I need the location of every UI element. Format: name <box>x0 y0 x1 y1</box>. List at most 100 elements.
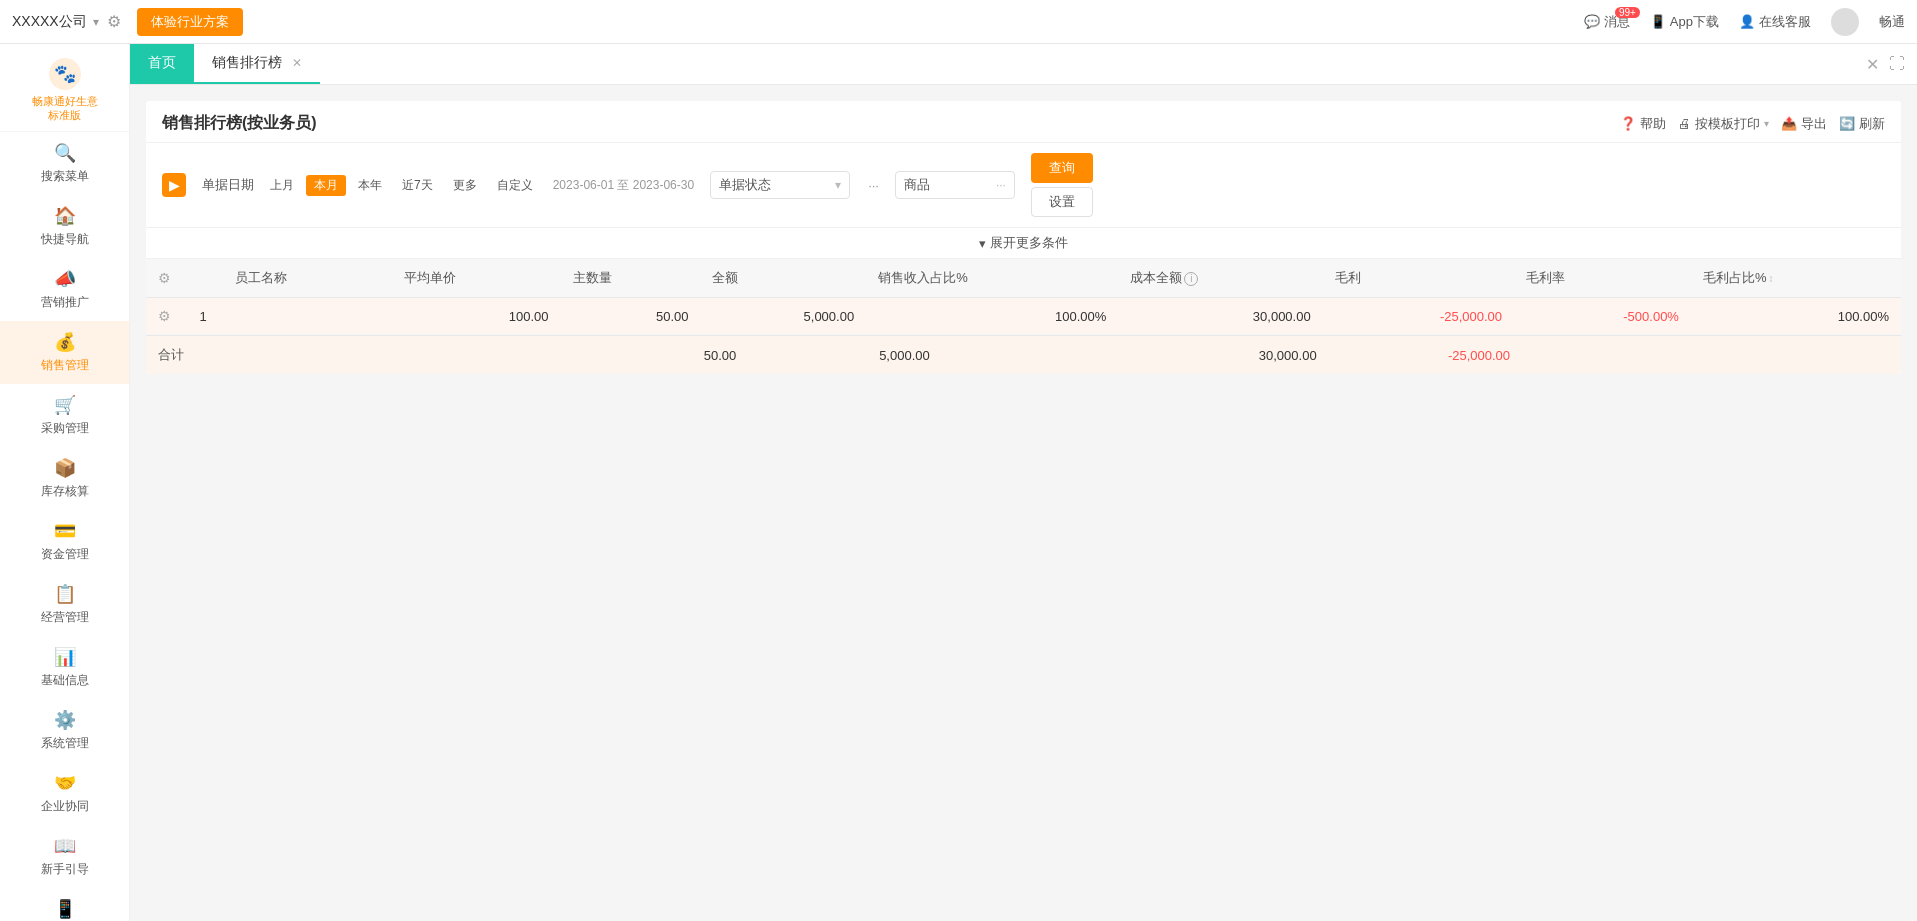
refresh-label: 刷新 <box>1859 115 1885 133</box>
sidebar-item-purchase[interactable]: 🛒 采购管理 <box>0 384 129 447</box>
purchase-icon: 🛒 <box>54 394 76 416</box>
tab-close-icon[interactable]: ✕ <box>292 56 302 70</box>
sidebar-item-search-order[interactable]: 🔍 搜索菜单 <box>0 132 129 195</box>
avatar[interactable] <box>1831 8 1859 36</box>
date-btn-more[interactable]: 更多 <box>445 175 485 196</box>
system-icon: ⚙️ <box>54 709 76 731</box>
sidebar-item-capital[interactable]: 💳 资金管理 <box>0 510 129 573</box>
main-card: 销售排行榜(按业务员) ❓ 帮助 🖨 按模板打印 ▾ 📤 <box>146 101 1901 374</box>
settings-btn[interactable]: 设置 <box>1031 187 1093 217</box>
goods-chevron-icon: ··· <box>996 178 1006 192</box>
col-header-qty: 主数量 <box>561 259 701 298</box>
sidebar-item-basic[interactable]: 📊 基础信息 <box>0 636 129 699</box>
top-bar-right: 💬 消息 99+ 📱 App下载 👤 在线客服 畅通 <box>1584 8 1905 36</box>
refresh-btn[interactable]: 🔄 刷新 <box>1839 115 1885 133</box>
cell-cost: 30,000.00 <box>1118 298 1322 335</box>
search-order-icon: 🔍 <box>54 142 76 164</box>
company-selector[interactable]: XXXXX公司 ▾ <box>12 13 99 31</box>
col-header-avg-price: 平均单价 <box>392 259 561 298</box>
sidebar-item-app-center[interactable]: 📱 应用中心 <box>0 888 129 921</box>
row-settings-icon[interactable]: ⚙ <box>158 308 171 324</box>
tab-home[interactable]: 首页 <box>130 44 194 84</box>
date-btn-custom[interactable]: 自定义 <box>489 175 541 196</box>
message-btn[interactable]: 💬 消息 99+ <box>1584 13 1630 31</box>
col-header-rank <box>183 259 223 298</box>
online-service-btn[interactable]: 👤 在线客服 <box>1739 13 1811 31</box>
footer-cost: 30,000.00 <box>1135 348 1328 363</box>
app-icon: 📱 <box>1650 14 1666 29</box>
message-icon: 💬 <box>1584 14 1600 29</box>
table-row: ⚙ 1 100.00 50.00 5,000.00 100.00% 30,000… <box>146 298 1901 335</box>
sidebar-item-quick-nav[interactable]: 🏠 快捷导航 <box>0 195 129 258</box>
company-chevron-icon: ▾ <box>93 15 99 29</box>
help-btn[interactable]: ❓ 帮助 <box>1620 115 1666 133</box>
col-header-amount: 全额 <box>700 259 866 298</box>
sidebar-item-label: 搜索菜单 <box>41 168 89 185</box>
col-header-profit-rate: 毛利率 <box>1514 259 1691 298</box>
cell-rank: 1 <box>183 298 223 335</box>
export-icon: 📤 <box>1781 116 1797 131</box>
col-header-settings: ⚙ <box>146 259 183 298</box>
tab-maximize-icon[interactable]: ⛶ <box>1889 55 1905 73</box>
filter-arrow-btn[interactable]: ▶ <box>162 173 186 197</box>
company-name: XXXXX公司 <box>12 13 87 31</box>
print-label: 按模板打印 <box>1695 115 1760 133</box>
print-btn[interactable]: 🖨 按模板打印 ▾ <box>1678 115 1769 133</box>
print-icon: 🖨 <box>1678 116 1691 131</box>
page-title: 销售排行榜(按业务员) <box>162 113 317 134</box>
expand-more-bar: ▾ 展开更多条件 <box>146 228 1901 259</box>
sidebar-item-inventory[interactable]: 📦 库存核算 <box>0 447 129 510</box>
status-filter[interactable]: 单据状态 ▾ <box>710 171 850 199</box>
table-footer: 合计 50.00 5,000.00 30,000.00 -25,000.00 <box>146 335 1901 374</box>
sidebar-item-label: 企业协同 <box>41 798 89 815</box>
cell-amount: 5,000.00 <box>700 298 866 335</box>
col-settings-icon[interactable]: ⚙ <box>158 270 171 286</box>
service-icon: 👤 <box>1739 14 1755 29</box>
date-btn-this-month[interactable]: 本月 <box>306 175 346 196</box>
sidebar-item-enterprise[interactable]: 🤝 企业协同 <box>0 762 129 825</box>
cell-profit-pct: 100.00% <box>1691 298 1901 335</box>
expand-more-label: 展开更多条件 <box>990 234 1068 252</box>
app-center-icon: 📱 <box>54 898 76 920</box>
goods-filter[interactable]: 商品 ··· <box>895 171 1015 199</box>
expand-more-btn[interactable]: ▾ 展开更多条件 <box>979 234 1068 252</box>
guide-icon: 📖 <box>54 835 76 857</box>
query-btn[interactable]: 查询 <box>1031 153 1093 183</box>
refresh-icon: 🔄 <box>1839 116 1855 131</box>
tab-close-window-icon[interactable]: ✕ <box>1866 55 1879 74</box>
sidebar-item-label: 采购管理 <box>41 420 89 437</box>
profit-pct-sort-icon[interactable]: ↕ <box>1769 273 1774 284</box>
date-btn-7days[interactable]: 近7天 <box>394 175 441 196</box>
date-btn-this-year[interactable]: 本年 <box>350 175 390 196</box>
sidebar-item-label: 营销推广 <box>41 294 89 311</box>
sidebar-item-label: 库存核算 <box>41 483 89 500</box>
app-label: App下载 <box>1670 13 1719 31</box>
sidebar-item-guide[interactable]: 📖 新手引导 <box>0 825 129 888</box>
cost-info-icon[interactable]: i <box>1184 272 1198 286</box>
filter-more-icon: ··· <box>868 178 879 193</box>
sidebar-item-marketing[interactable]: 📣 营销推广 <box>0 258 129 321</box>
sidebar-item-system[interactable]: ⚙️ 系统管理 <box>0 699 129 762</box>
cell-profit-rate: -500.00% <box>1514 298 1691 335</box>
sales-icon: 💰 <box>54 331 76 353</box>
user-name[interactable]: 畅通 <box>1879 13 1905 31</box>
app-download-btn[interactable]: 📱 App下载 <box>1650 13 1719 31</box>
sidebar-logo: 🐾 畅康通好生意标准版 <box>0 44 129 132</box>
col-header-profit-pct: 毛利占比%↕ <box>1691 259 1901 298</box>
status-chevron-icon: ▾ <box>835 178 841 192</box>
sidebar-item-sales[interactable]: 💰 销售管理 <box>0 321 129 384</box>
col-header-revenue-pct: 销售收入占比% <box>866 259 1118 298</box>
cell-settings: ⚙ <box>146 298 183 335</box>
export-btn[interactable]: 📤 导出 <box>1781 115 1827 133</box>
sidebar-item-label: 新手引导 <box>41 861 89 878</box>
experience-btn[interactable]: 体验行业方案 <box>137 8 243 36</box>
date-filter-label: 单据日期 <box>202 176 254 194</box>
date-btn-last-month[interactable]: 上月 <box>262 175 302 196</box>
tab-sales-rank-label: 销售排行榜 <box>212 54 282 72</box>
company-settings-icon[interactable]: ⚙ <box>107 12 121 31</box>
sidebar-item-label: 系统管理 <box>41 735 89 752</box>
sidebar-item-operation[interactable]: 📋 经营管理 <box>0 573 129 636</box>
tab-sales-rank[interactable]: 销售排行榜 ✕ <box>194 44 320 84</box>
help-icon: ❓ <box>1620 116 1636 131</box>
footer-profit: -25,000.00 <box>1329 348 1522 363</box>
